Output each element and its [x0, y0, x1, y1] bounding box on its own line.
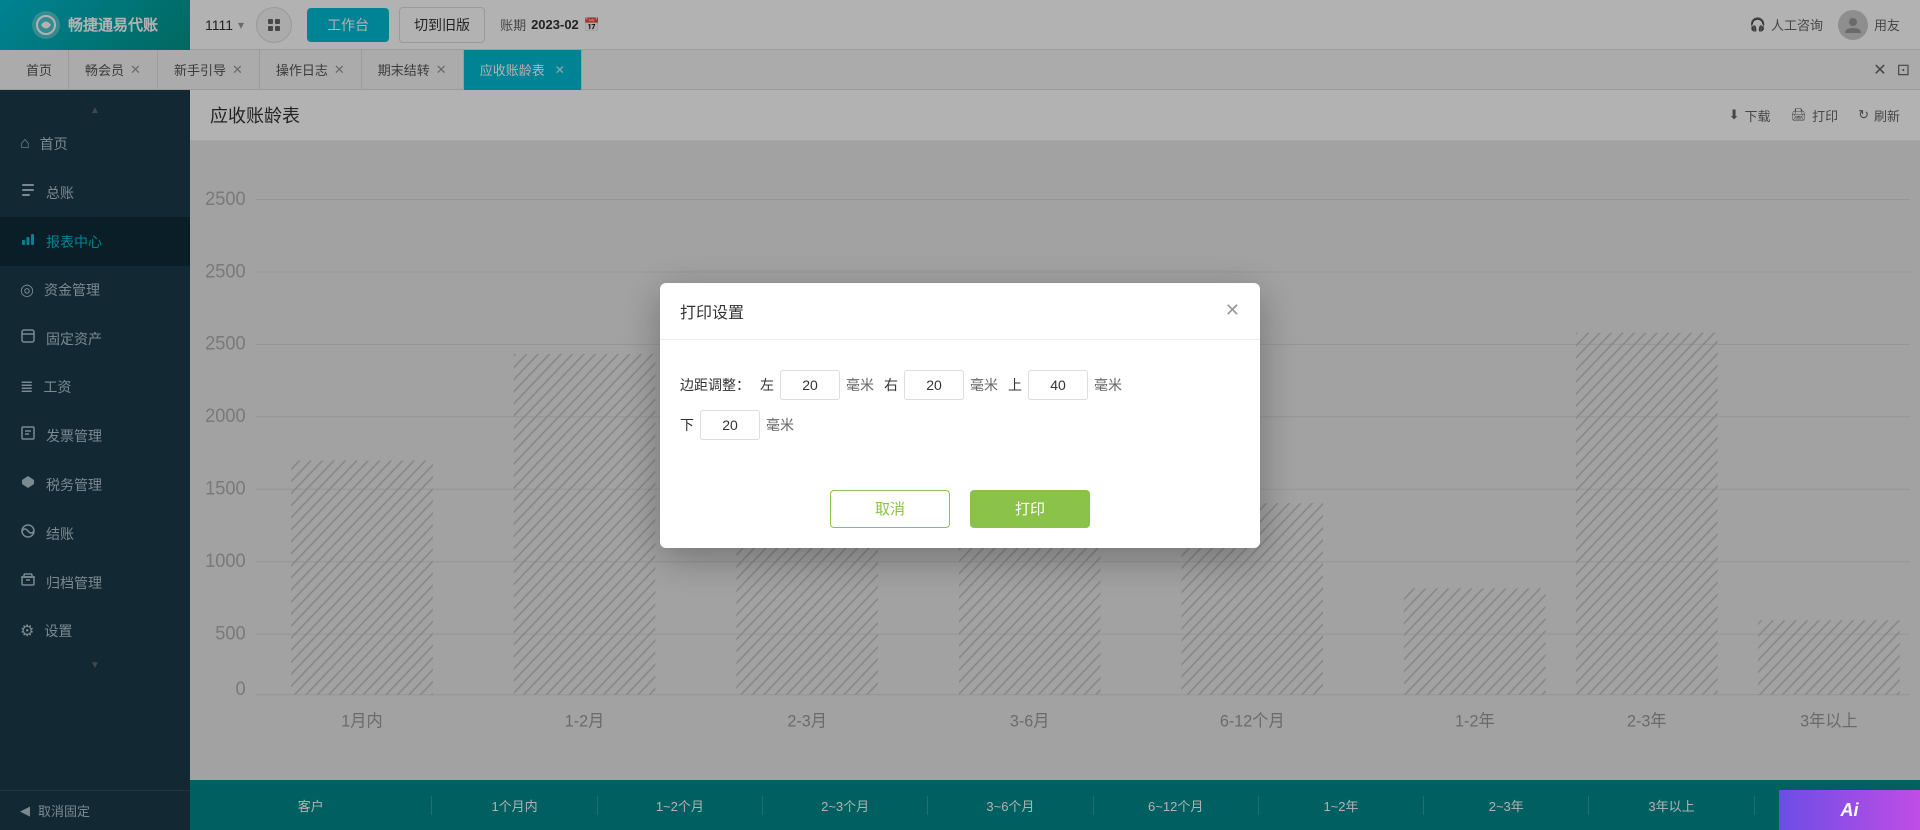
top-direction-label: 上 — [1008, 375, 1022, 395]
right-margin-group: 右 毫米 — [884, 370, 998, 400]
bottom-direction-label: 下 — [680, 415, 694, 435]
modal-header: 打印设置 ✕ — [660, 283, 1260, 340]
modal-title: 打印设置 — [680, 299, 744, 323]
left-unit-label: 毫米 — [846, 375, 874, 395]
modal-footer: 取消 打印 — [660, 470, 1260, 548]
modal-body: 边距调整： 左 毫米 右 毫米 上 毫米 下 — [660, 340, 1260, 470]
print-settings-modal: 打印设置 ✕ 边距调整： 左 毫米 右 毫米 上 毫米 — [660, 283, 1260, 548]
cancel-button[interactable]: 取消 — [830, 490, 950, 528]
ai-badge-label: Ai — [1841, 800, 1859, 821]
left-margin-input[interactable] — [780, 370, 840, 400]
margin-label: 边距调整： — [680, 375, 750, 395]
top-margin-group: 上 毫米 — [1008, 370, 1122, 400]
right-unit-label: 毫米 — [970, 375, 998, 395]
left-direction-label: 左 — [760, 375, 774, 395]
top-margin-input[interactable] — [1028, 370, 1088, 400]
print-confirm-button[interactable]: 打印 — [970, 490, 1090, 528]
bottom-margin-input[interactable] — [700, 410, 760, 440]
modal-overlay: 打印设置 ✕ 边距调整： 左 毫米 右 毫米 上 毫米 — [0, 0, 1920, 830]
ai-badge[interactable]: Ai — [1779, 790, 1920, 830]
bottom-unit-label: 毫米 — [766, 415, 794, 435]
left-margin-group: 左 毫米 — [760, 370, 874, 400]
bottom-margin-group: 下 毫米 — [680, 410, 794, 440]
margin-row: 边距调整： 左 毫米 右 毫米 上 毫米 下 — [680, 370, 1240, 440]
right-direction-label: 右 — [884, 375, 898, 395]
top-unit-label: 毫米 — [1094, 375, 1122, 395]
right-margin-input[interactable] — [904, 370, 964, 400]
modal-close-button[interactable]: ✕ — [1225, 300, 1240, 321]
